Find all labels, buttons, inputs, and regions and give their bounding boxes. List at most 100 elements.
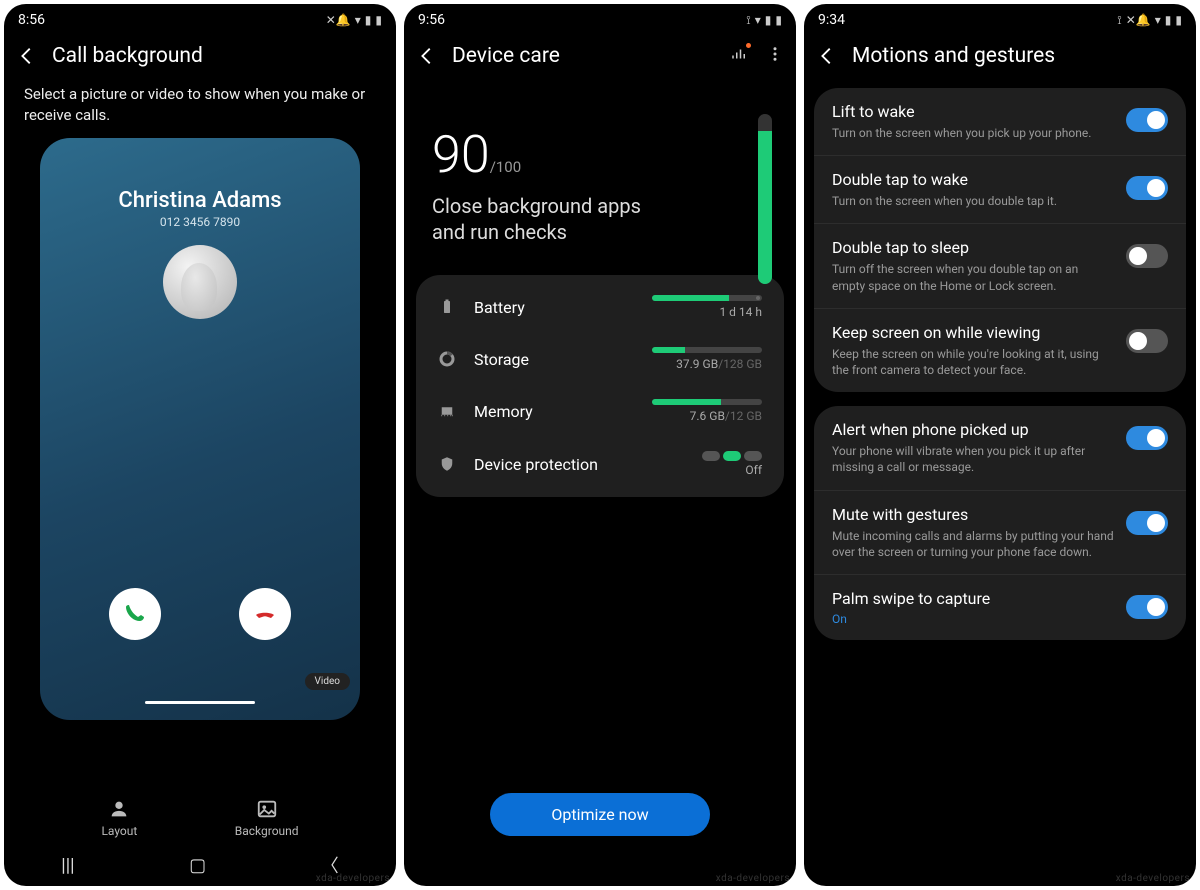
gesture-title: Mute with gestures [832, 505, 1114, 524]
chevron-left-icon [816, 45, 838, 67]
gesture-title: Double tap to wake [832, 170, 1114, 189]
gesture-subtitle: Mute incoming calls and alarms by puttin… [832, 528, 1114, 560]
location-icon: ⟟ [746, 13, 750, 28]
nav-layout[interactable]: Layout [101, 798, 137, 838]
battery-value: 1 d 14 h [719, 305, 762, 319]
recents-button[interactable]: ||| [61, 855, 74, 876]
answer-button[interactable] [109, 588, 161, 640]
storage-used: 37.9 GB [676, 357, 718, 371]
mute-icon: ✕🔔 [1126, 13, 1151, 27]
app-header: Device care [404, 32, 796, 84]
gesture-subtitle: Keep the screen on while you're looking … [832, 346, 1114, 378]
avatar [163, 245, 237, 319]
gesture-row[interactable]: Double tap to wakeTurn on the screen whe… [814, 156, 1186, 224]
toggle-switch[interactable] [1126, 426, 1168, 450]
protection-value: Off [745, 463, 762, 477]
nav-layout-label: Layout [101, 824, 137, 838]
gesture-row[interactable]: Keep screen on while viewingKeep the scr… [814, 309, 1186, 392]
stat-protection[interactable]: Device protection Off [416, 437, 784, 491]
gesture-status: On [832, 612, 1114, 626]
call-preview[interactable]: Christina Adams 012 3456 7890 Video [40, 138, 360, 720]
gesture-row[interactable]: Palm swipe to capture On [814, 575, 1186, 640]
decline-button[interactable] [239, 588, 291, 640]
more-button[interactable] [766, 45, 784, 67]
screen-call-background: 8:56 ✕🔔 ▾ ▮ ▮ Call background Select a p… [4, 4, 396, 886]
status-bar: 8:56 ✕🔔 ▾ ▮ ▮ [4, 4, 396, 32]
wifi-icon: ▾ [355, 13, 361, 27]
screen-motions-gestures: 9:34 ⟟ ✕🔔 ▾ ▮ ▮ Motions and gestures Lif… [804, 4, 1196, 886]
preview-handle [145, 701, 255, 704]
stats-card: Battery 1 d 14 h Storage 37.9 GB/128 GB … [416, 275, 784, 497]
toggle-switch[interactable] [1126, 511, 1168, 535]
toggle-switch[interactable] [1126, 595, 1168, 619]
gesture-title: Palm swipe to capture [832, 589, 1114, 608]
back-button[interactable] [16, 45, 38, 67]
gesture-title: Lift to wake [832, 102, 1114, 121]
stat-memory[interactable]: Memory 7.6 GB/12 GB [416, 385, 784, 437]
score-bar-fill [758, 131, 772, 284]
signal-icon: ▮ [1165, 13, 1172, 27]
shield-icon [438, 455, 456, 473]
instruction-text: Select a picture or video to show when y… [4, 84, 396, 138]
phone-icon [123, 602, 147, 626]
score-message: Close background apps and run checks [432, 193, 672, 245]
toggle-switch[interactable] [1126, 176, 1168, 200]
caller-number: 012 3456 7890 [160, 215, 240, 229]
score-block: 90/100 Close background apps and run che… [404, 84, 796, 265]
memory-icon [438, 402, 456, 420]
signal-icon: ▮ [365, 13, 372, 27]
back-button[interactable] [816, 45, 838, 67]
toggle-switch[interactable] [1126, 108, 1168, 132]
watermark: xda-developers [716, 873, 790, 884]
status-time: 9:34 [818, 12, 845, 28]
storage-icon [438, 350, 456, 368]
stat-battery[interactable]: Battery 1 d 14 h [416, 281, 784, 333]
optimize-button[interactable]: Optimize now [490, 793, 710, 836]
nav-background-label: Background [235, 824, 299, 838]
stat-label: Storage [474, 350, 529, 369]
toggle-switch[interactable] [1126, 244, 1168, 268]
score-bar [758, 114, 772, 284]
score-max: /100 [490, 158, 521, 176]
gesture-row[interactable]: Mute with gestures Mute incoming calls an… [814, 491, 1186, 575]
stat-label: Device protection [474, 455, 598, 474]
caller-name: Christina Adams [118, 188, 281, 213]
nav-background[interactable]: Background [235, 798, 299, 838]
preview-area: Christina Adams 012 3456 7890 Video [4, 138, 396, 784]
watermark: xda-developers [1116, 873, 1190, 884]
page-title: Motions and gestures [852, 44, 1055, 68]
battery-icon [438, 298, 456, 316]
stat-label: Memory [474, 402, 533, 421]
home-button[interactable]: ▢ [189, 855, 206, 876]
gesture-row[interactable]: Alert when phone picked up Your phone wil… [814, 406, 1186, 490]
layout-icon [108, 798, 130, 820]
gesture-row[interactable]: Lift to wakeTurn on the screen when you … [814, 88, 1186, 156]
gesture-title: Alert when phone picked up [832, 420, 1114, 439]
stat-storage[interactable]: Storage 37.9 GB/128 GB [416, 333, 784, 385]
page-title: Device care [452, 44, 560, 68]
chart-icon[interactable] [730, 45, 748, 67]
gesture-group-1: Lift to wakeTurn on the screen when you … [814, 88, 1186, 392]
video-chip[interactable]: Video [305, 673, 350, 690]
chevron-left-icon [416, 45, 438, 67]
status-icons: ⟟ ✕🔔 ▾ ▮ ▮ [1117, 13, 1182, 28]
gesture-subtitle: Your phone will vibrate when you pick it… [832, 443, 1114, 475]
app-header: Motions and gestures [804, 32, 1196, 84]
score-value: 90 [432, 124, 490, 185]
status-time: 8:56 [18, 12, 45, 28]
memory-used: 7.6 GB [690, 409, 725, 423]
wifi-icon: ▾ [1155, 13, 1161, 27]
status-bar: 9:34 ⟟ ✕🔔 ▾ ▮ ▮ [804, 4, 1196, 32]
toggle-switch[interactable] [1126, 329, 1168, 353]
status-time: 9:56 [418, 12, 445, 28]
gesture-title: Double tap to sleep [832, 238, 1114, 257]
signal-icon: ▮ [765, 13, 772, 27]
status-icons: ✕🔔 ▾ ▮ ▮ [326, 13, 382, 27]
app-header: Call background [4, 32, 396, 84]
gesture-row[interactable]: Double tap to sleepTurn off the screen w… [814, 224, 1186, 308]
mute-icon: ✕🔔 [326, 13, 351, 27]
battery-icon: ▮ [375, 13, 382, 27]
wifi-icon: ▾ [755, 13, 761, 27]
back-button[interactable] [416, 45, 438, 67]
battery-icon: ▮ [1175, 13, 1182, 27]
